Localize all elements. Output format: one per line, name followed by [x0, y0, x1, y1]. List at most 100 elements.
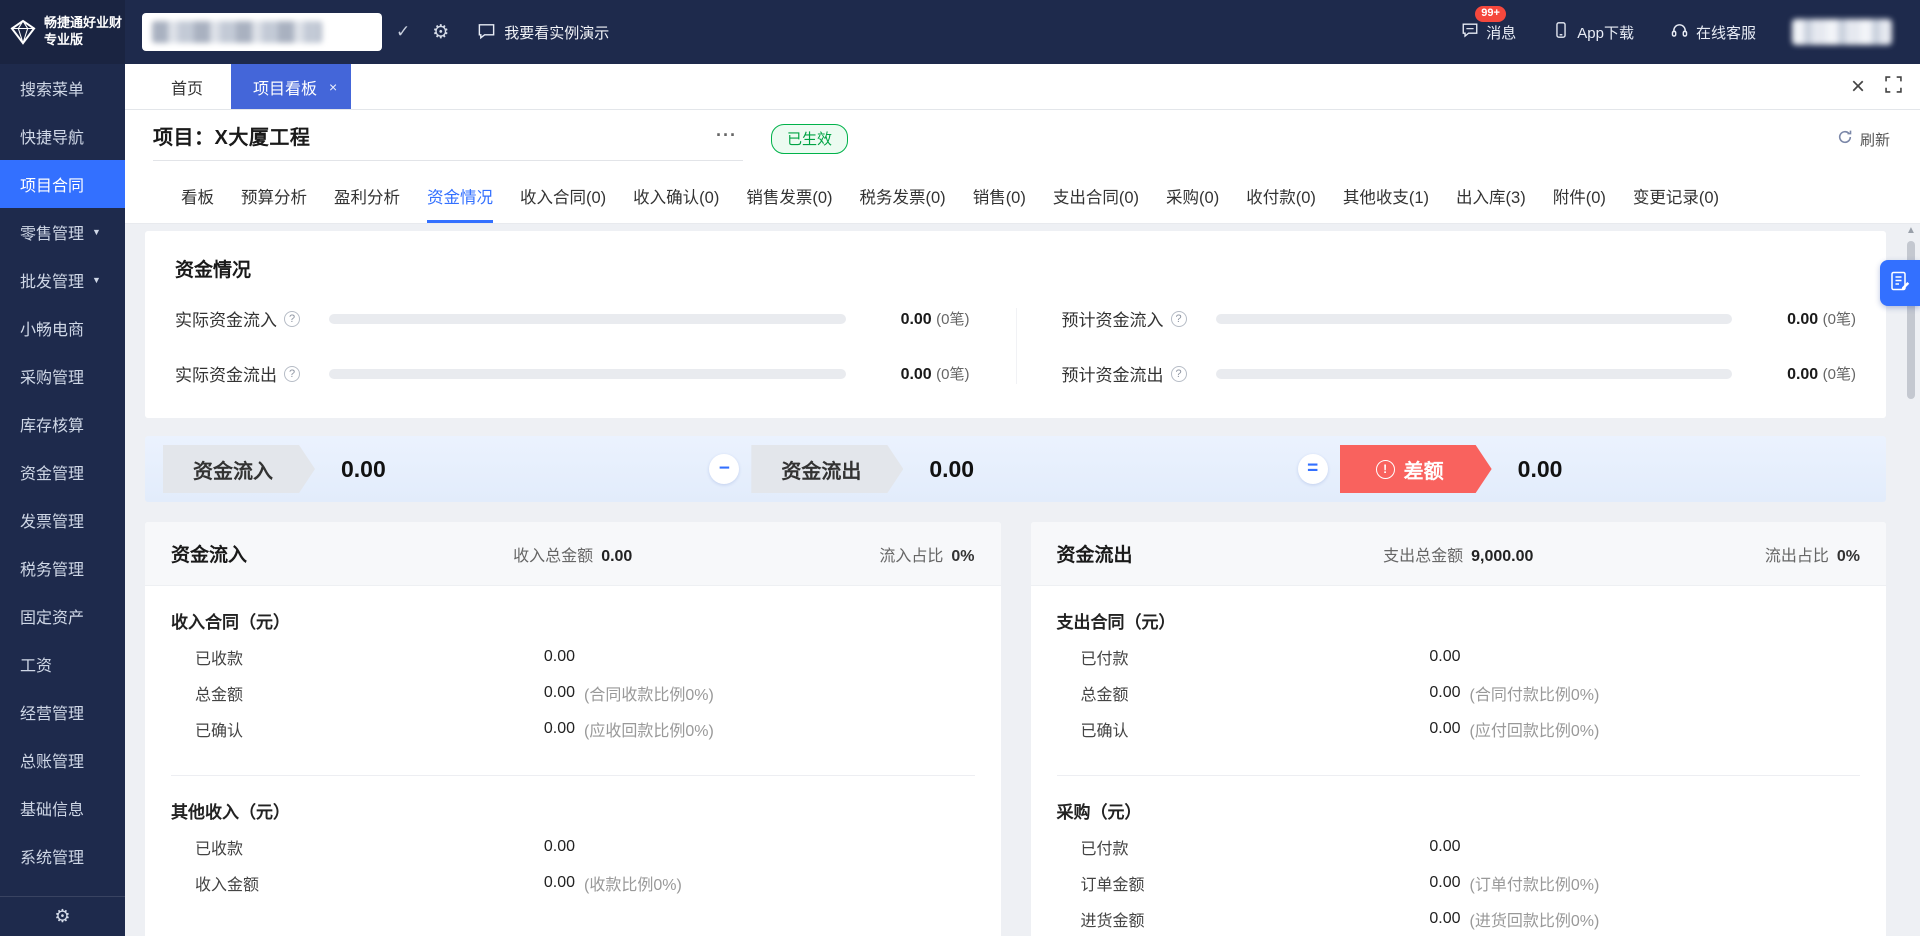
help-icon[interactable]: ? — [284, 310, 300, 327]
sidebar-item-quick-nav[interactable]: 快捷导航 — [0, 112, 125, 160]
refresh-icon — [1837, 129, 1853, 149]
sidebar-item-search-menu[interactable]: 搜索菜单 — [0, 64, 125, 112]
sidebar-item-business-mgmt[interactable]: 经营管理 — [0, 688, 125, 736]
card-row: 已收款 0.00 — [195, 838, 575, 858]
document-pencil-icon — [1889, 270, 1911, 297]
sidebar-item-ecommerce[interactable]: 小畅电商 — [0, 304, 125, 352]
sidebar-item-project-contract[interactable]: 项目合同 — [0, 160, 125, 208]
messages-button[interactable]: 99+ 消息 — [1461, 6, 1516, 43]
tab-kanban[interactable]: 看板 — [181, 168, 214, 223]
sidebar-item-invoice[interactable]: 发票管理 — [0, 496, 125, 544]
tab-expense-contract[interactable]: 支出合同(0) — [1053, 168, 1139, 223]
difference-summary-value: 0.00 — [1517, 455, 1563, 482]
help-icon[interactable]: ? — [284, 365, 300, 382]
tab-income-contract[interactable]: 收入合同(0) — [520, 168, 606, 223]
card-section: 其他收入（元） 已收款 0.00 收入金额 0.00 (收款比例0%) — [145, 776, 1001, 913]
fullscreen-icon[interactable] — [1885, 75, 1902, 98]
sidebar-item-retail[interactable]: 零售管理 ▼ — [0, 208, 125, 256]
app-download-button[interactable]: App下载 — [1552, 21, 1634, 43]
user-name-redacted[interactable] — [1792, 19, 1892, 45]
project-title-field[interactable]: 项目：X大厦工程 ··· — [153, 117, 743, 161]
funds-row-count: (0笔) — [1822, 366, 1856, 383]
topbar: 畅捷通好业财 专业版 ✓ ⚙ 我要看实例演示 99+ 消息 App下载 在线客服 — [0, 0, 1920, 64]
tab-in-out-warehouse[interactable]: 出入库(3) — [1456, 168, 1526, 223]
brand-name: 畅捷通好业财 — [44, 15, 123, 31]
tab-project-dashboard[interactable]: 项目看板 × — [231, 64, 352, 109]
app-download-label: App下载 — [1577, 24, 1634, 42]
refresh-label: 刷新 — [1859, 131, 1890, 149]
tab-close-icon[interactable]: × — [329, 79, 337, 95]
funds-row-count: (0笔) — [936, 366, 970, 383]
funds-progress-bar — [1215, 313, 1732, 324]
page: 项目：X大厦工程 ··· 已生效 刷新 看板 预算分析 盈利分析 资金情况 收入… — [125, 110, 1920, 936]
inflow-ratio-value: 0% — [951, 547, 975, 565]
quick-entry-button[interactable] — [1880, 260, 1920, 306]
tab-tax-invoice[interactable]: 税务发票(0) — [860, 168, 946, 223]
brand-edition: 专业版 — [44, 32, 84, 47]
refresh-button[interactable]: 刷新 — [1837, 129, 1890, 150]
sidebar-gear-icon[interactable]: ⚙ — [54, 906, 70, 927]
tab-sales-invoice[interactable]: 销售发票(0) — [746, 168, 832, 223]
sidebar-item-general-ledger[interactable]: 总账管理 — [0, 736, 125, 784]
tabstrip-actions: × — [1851, 64, 1920, 109]
sidebar-item-system-mgmt[interactable]: 系统管理 — [0, 832, 125, 880]
settings-gear-icon[interactable]: ⚙ — [432, 21, 449, 44]
close-icon[interactable]: × — [1851, 74, 1865, 99]
tab-income-confirm[interactable]: 收入确认(0) — [633, 168, 719, 223]
project-nav-tabs: 看板 预算分析 盈利分析 资金情况 收入合同(0) 收入确认(0) 销售发票(0… — [125, 168, 1920, 224]
headset-icon — [1670, 21, 1689, 44]
tab-purchase[interactable]: 采购(0) — [1166, 168, 1219, 223]
redacted-search-text — [152, 21, 322, 43]
check-icon[interactable]: ✓ — [396, 22, 410, 42]
card-section-title: 采购（元） — [1056, 803, 1142, 822]
tab-profit-analysis[interactable]: 盈利分析 — [334, 168, 400, 223]
sidebar-item-basic-info[interactable]: 基础信息 — [0, 784, 125, 832]
tab-other-income-expense[interactable]: 其他收支(1) — [1343, 168, 1429, 223]
sidebar-item-purchasing[interactable]: 采购管理 — [0, 352, 125, 400]
demo-link-label: 我要看实例演示 — [504, 24, 610, 42]
scroll-up-arrow[interactable]: ▲ — [1906, 226, 1916, 236]
more-actions-button[interactable]: ··· — [716, 125, 737, 146]
card-row: 已付款 0.00 — [1080, 648, 1461, 668]
tab-attachments[interactable]: 附件(0) — [1553, 168, 1606, 223]
funds-row-label: 实际资金流入 — [175, 311, 277, 330]
help-icon[interactable]: ? — [1170, 310, 1187, 327]
outflow-ratio-value: 0% — [1836, 547, 1861, 565]
tab-change-log[interactable]: 变更记录(0) — [1633, 168, 1719, 223]
help-icon[interactable]: ? — [1170, 365, 1187, 382]
inflow-summary-value: 0.00 — [341, 455, 386, 482]
funds-row: 实际资金流出? 0.00 (0笔) — [175, 361, 970, 386]
outflow-total-label: 支出总金额 — [1383, 547, 1464, 565]
sidebar-item-inventory[interactable]: 库存核算 — [0, 400, 125, 448]
project-header-block: 项目：X大厦工程 ··· 已生效 刷新 看板 预算分析 盈利分析 资金情况 收入… — [125, 110, 1920, 224]
funds-row-count: (0笔) — [1822, 311, 1856, 328]
sidebar-item-payroll[interactable]: 工资 — [0, 640, 125, 688]
tab-home[interactable]: 首页 — [147, 64, 227, 109]
global-search-input[interactable] — [142, 13, 382, 51]
tab-funds-status[interactable]: 资金情况 — [427, 168, 493, 223]
card-section: 收入合同（元） 已收款 0.00 总金额 0.00 (合同收款比例0%) 已确认… — [145, 586, 1001, 759]
project-title: 项目：X大厦工程 — [153, 127, 311, 149]
demo-link[interactable]: 我要看实例演示 — [477, 21, 609, 44]
message-icon — [1461, 21, 1479, 43]
card-section: 支出合同（元） 已付款 0.00 总金额 0.00 (合同付款比例0%) 已确认… — [1031, 586, 1887, 759]
sidebar-item-funds[interactable]: 资金管理 — [0, 448, 125, 496]
sidebar-footer: ⚙ — [0, 896, 125, 936]
funds-overview-grid: 实际资金流入? 0.00 (0笔) 预计资金流入? 0.00 (0笔) 实际资金… — [175, 306, 1856, 386]
chat-bubble-icon — [477, 21, 496, 44]
sidebar-item-wholesale[interactable]: 批发管理 ▼ — [0, 256, 125, 304]
tab-budget-analysis[interactable]: 预算分析 — [241, 168, 307, 223]
funds-row-label: 预计资金流入 — [1061, 311, 1164, 330]
card-row: 已付款 0.00 — [1080, 838, 1461, 858]
funds-row: 预计资金流出? 0.00 (0笔) — [1062, 361, 1856, 386]
tab-payments[interactable]: 收付款(0) — [1246, 168, 1316, 223]
tab-sales[interactable]: 销售(0) — [973, 168, 1026, 223]
outflow-card-title: 资金流出 — [1056, 545, 1133, 566]
topbar-right: 99+ 消息 App下载 在线客服 — [1461, 6, 1920, 45]
online-service-button[interactable]: 在线客服 — [1670, 21, 1756, 44]
sidebar-item-tax[interactable]: 税务管理 — [0, 544, 125, 592]
sidebar-item-fixed-assets[interactable]: 固定资产 — [0, 592, 125, 640]
inflow-total-label: 收入总金额 — [513, 547, 594, 565]
vertical-scrollbar: ▲ — [1905, 226, 1917, 936]
outflow-card: 资金流出 支出总金额 9,000.00 流出占比 0% 支出合同（元） 已付款 0.… — [1030, 522, 1887, 936]
